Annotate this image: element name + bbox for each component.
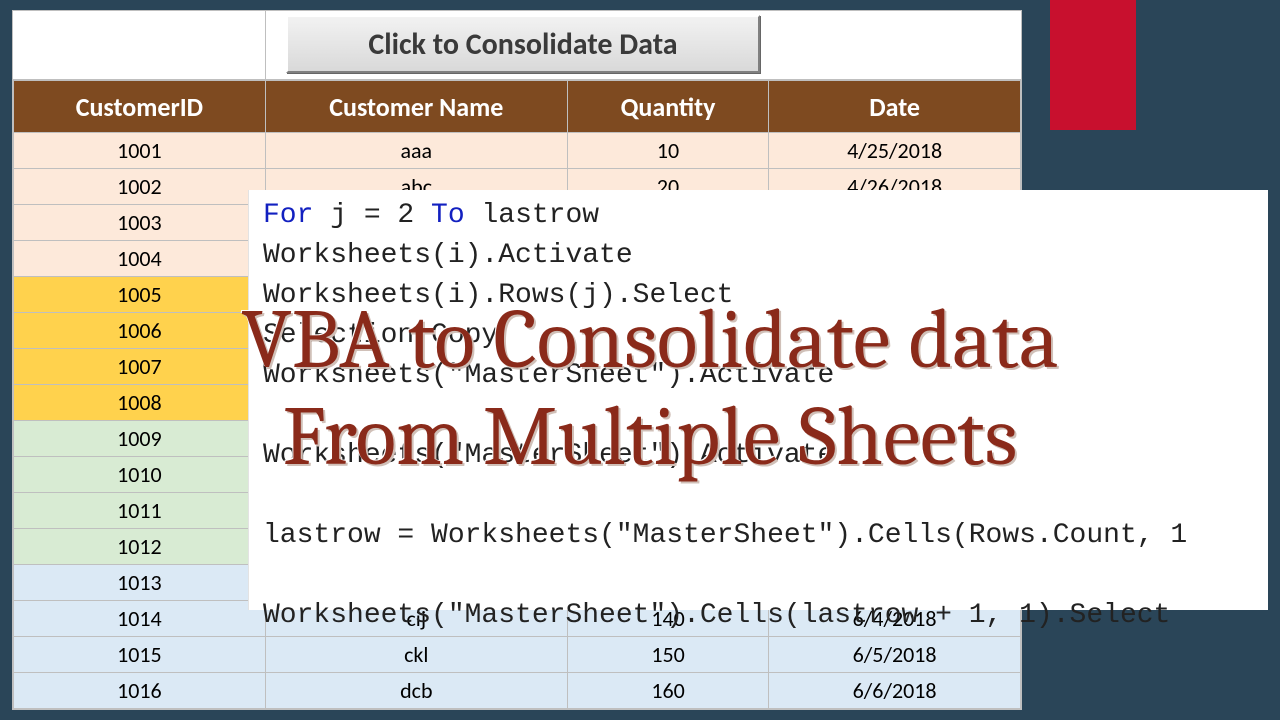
table-row[interactable]: 1015ckl1506/5/2018 xyxy=(14,637,1021,673)
code-line xyxy=(263,476,1258,516)
cell-id[interactable]: 1015 xyxy=(14,637,266,673)
cell-qty[interactable]: 150 xyxy=(567,637,768,673)
cell-date[interactable]: 4/25/2018 xyxy=(769,133,1021,169)
keyword-to: To xyxy=(431,200,465,231)
code-text: lastrow xyxy=(465,200,599,231)
cell-name[interactable]: aaa xyxy=(265,133,567,169)
cell-id[interactable]: 1011 xyxy=(14,493,266,529)
cell-id[interactable]: 1016 xyxy=(14,673,266,709)
code-line: Worksheets("MasterSheet").Activate xyxy=(263,436,1258,476)
header-customer-name: Customer Name xyxy=(265,81,567,133)
table-header-row: CustomerID Customer Name Quantity Date xyxy=(14,81,1021,133)
code-line: Worksheets(i).Activate xyxy=(263,236,1258,276)
cell-id[interactable]: 1013 xyxy=(14,565,266,601)
spacer-cell xyxy=(13,11,266,79)
code-line xyxy=(263,556,1258,596)
code-line: For j = 2 To lastrow xyxy=(263,196,1258,236)
code-line: Selection.Copy xyxy=(263,316,1258,356)
code-line: Worksheets("MasterSheet").Cells(lastrow … xyxy=(263,596,1258,636)
table-row[interactable]: 1001aaa104/25/2018 xyxy=(14,133,1021,169)
cell-id[interactable]: 1010 xyxy=(14,457,266,493)
cell-id[interactable]: 1012 xyxy=(14,529,266,565)
button-row: Click to Consolidate Data xyxy=(13,11,1021,80)
code-line: lastrow = Worksheets("MasterSheet").Cell… xyxy=(263,516,1258,556)
vba-code-overlay: For j = 2 To lastrow Worksheets(i).Activ… xyxy=(248,190,1268,610)
cell-date[interactable]: 6/5/2018 xyxy=(769,637,1021,673)
cell-id[interactable]: 1002 xyxy=(14,169,266,205)
table-row[interactable]: 1016dcb1606/6/2018 xyxy=(14,673,1021,709)
cell-id[interactable]: 1006 xyxy=(14,313,266,349)
consolidate-button[interactable]: Click to Consolidate Data xyxy=(286,15,760,73)
header-date: Date xyxy=(769,81,1021,133)
cell-id[interactable]: 1007 xyxy=(14,349,266,385)
cell-name[interactable]: dcb xyxy=(265,673,567,709)
cell-id[interactable]: 1009 xyxy=(14,421,266,457)
cell-qty[interactable]: 10 xyxy=(567,133,768,169)
keyword-for: For xyxy=(263,200,313,231)
cell-date[interactable]: 6/6/2018 xyxy=(769,673,1021,709)
code-line: Worksheets("MasterSheet").Activate xyxy=(263,356,1258,396)
header-customer-id: CustomerID xyxy=(14,81,266,133)
cell-id[interactable]: 1005 xyxy=(14,277,266,313)
cell-id[interactable]: 1014 xyxy=(14,601,266,637)
code-text: j = 2 xyxy=(313,200,431,231)
cell-qty[interactable]: 160 xyxy=(567,673,768,709)
decorative-red-block xyxy=(1050,0,1136,130)
cell-name[interactable]: ckl xyxy=(265,637,567,673)
code-line: Worksheets(i).Rows(j).Select xyxy=(263,276,1258,316)
cell-id[interactable]: 1003 xyxy=(14,205,266,241)
cell-id[interactable]: 1008 xyxy=(14,385,266,421)
cell-id[interactable]: 1001 xyxy=(14,133,266,169)
cell-id[interactable]: 1004 xyxy=(14,241,266,277)
header-quantity: Quantity xyxy=(567,81,768,133)
code-line xyxy=(263,396,1258,436)
